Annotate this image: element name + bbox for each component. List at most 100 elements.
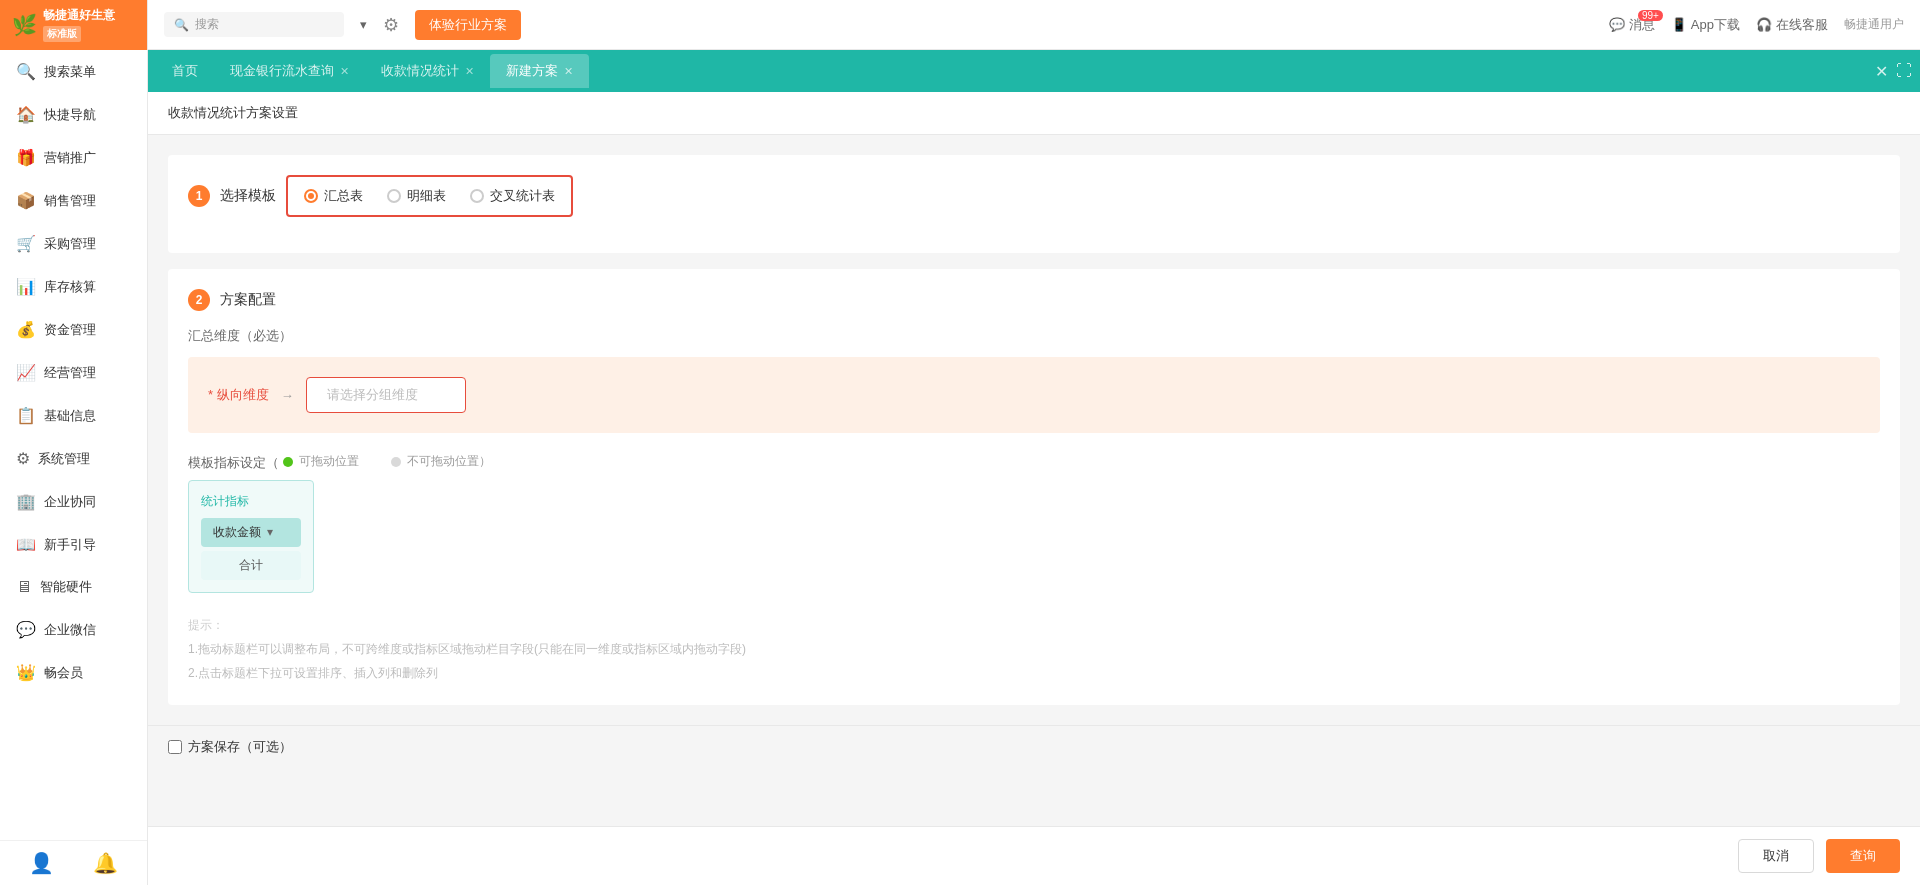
metrics-label-row: 模板指标设定（ 可拖动位置 不可拖动位置） bbox=[188, 453, 1880, 472]
quick-nav-icon: 🏠 bbox=[16, 105, 36, 124]
dimension-placeholder[interactable]: 请选择分组维度 bbox=[306, 377, 466, 413]
sidebar-item-sales[interactable]: 📦 销售管理 bbox=[0, 179, 147, 222]
tip-item-2: 2.点击标题栏下拉可设置排序、插入列和删除列 bbox=[188, 661, 1880, 685]
template-summary-label: 汇总表 bbox=[324, 187, 363, 205]
sidebar-item-quick-nav[interactable]: 🏠 快捷导航 bbox=[0, 93, 147, 136]
tab-home[interactable]: 首页 bbox=[156, 54, 214, 88]
footer-actions: 取消 查询 bbox=[148, 826, 1920, 885]
main-area: 🔍 搜索 ▾ ⚙ 体验行业方案 💬 消息 99+ 📱 App下载 🎧 在线客服 … bbox=[148, 0, 1920, 885]
sidebar-item-search-menu[interactable]: 🔍 搜索菜单 bbox=[0, 50, 147, 93]
metrics-block: 模板指标设定（ 可拖动位置 不可拖动位置） 统计指标 bbox=[188, 453, 1880, 593]
sidebar-label: 经营管理 bbox=[44, 364, 96, 382]
sidebar-bottom-icon-left[interactable]: 👤 bbox=[29, 851, 54, 875]
metric-item-collection[interactable]: 收款金额 ▾ bbox=[201, 518, 301, 547]
dimension-area: * 纵向维度 → 请选择分组维度 bbox=[188, 357, 1880, 433]
support-label: 在线客服 bbox=[1776, 16, 1828, 34]
dimension-arrow: → bbox=[281, 388, 294, 403]
sidebar-item-purchase[interactable]: 🛒 采购管理 bbox=[0, 222, 147, 265]
template-cross[interactable]: 交叉统计表 bbox=[470, 187, 555, 205]
expand-icon[interactable]: ⛶ bbox=[1896, 62, 1912, 81]
tabbar: 首页 现金银行流水查询 ✕ 收款情况统计 ✕ 新建方案 ✕ ✕ ⛶ bbox=[148, 50, 1920, 92]
wechat-icon: 💬 bbox=[16, 620, 36, 639]
metrics-section-label: 模板指标设定（ 可拖动位置 不可拖动位置） bbox=[188, 453, 491, 472]
radio-cross[interactable] bbox=[470, 189, 484, 203]
step2-header: 2 方案配置 bbox=[188, 289, 1880, 311]
close-all-icon[interactable]: ✕ bbox=[1875, 62, 1888, 81]
tab-collection-stats[interactable]: 收款情况统计 ✕ bbox=[365, 54, 490, 88]
download-item[interactable]: 📱 App下载 bbox=[1671, 16, 1740, 34]
logo-text: 畅捷通好生意 bbox=[43, 8, 115, 24]
step1-number: 1 bbox=[188, 185, 210, 207]
query-button[interactable]: 查询 bbox=[1826, 839, 1900, 873]
search-placeholder: 搜索 bbox=[195, 16, 219, 33]
member-icon: 👑 bbox=[16, 663, 36, 682]
metrics-container: 统计指标 收款金额 ▾ 合计 bbox=[188, 480, 314, 593]
radio-summary[interactable] bbox=[304, 189, 318, 203]
version-badge: 标准版 bbox=[43, 26, 81, 42]
metric-label: 收款金额 bbox=[213, 524, 261, 541]
chevron-down-icon: ▾ bbox=[360, 17, 367, 32]
download-label: App下载 bbox=[1691, 16, 1740, 34]
tab-new-plan-close[interactable]: ✕ bbox=[564, 65, 573, 78]
template-detail-label: 明细表 bbox=[407, 187, 446, 205]
dropdown-arrow-icon[interactable]: ▾ bbox=[267, 525, 273, 539]
template-options: 汇总表 明细表 交叉统计表 bbox=[286, 175, 573, 217]
sidebar-label: 搜索菜单 bbox=[44, 63, 96, 81]
tabbar-actions: ✕ ⛶ bbox=[1875, 62, 1912, 81]
tab-collection-stats-close[interactable]: ✕ bbox=[465, 65, 474, 78]
tab-bank-flow-label: 现金银行流水查询 bbox=[230, 62, 334, 80]
basic-icon: 📋 bbox=[16, 406, 36, 425]
sidebar-label: 销售管理 bbox=[44, 192, 96, 210]
user-info: 畅捷通用户 bbox=[1844, 16, 1904, 33]
topbar-dropdown[interactable]: ▾ bbox=[360, 17, 367, 32]
sidebar-bottom-icon-right[interactable]: 🔔 bbox=[93, 851, 118, 875]
search-menu-icon: 🔍 bbox=[16, 62, 36, 81]
sidebar-label: 智能硬件 bbox=[40, 578, 92, 596]
sidebar-item-wechat[interactable]: 💬 企业微信 bbox=[0, 608, 147, 651]
sidebar-item-basic[interactable]: 📋 基础信息 bbox=[0, 394, 147, 437]
notification-item[interactable]: 💬 消息 99+ bbox=[1609, 16, 1655, 34]
page-header: 收款情况统计方案设置 bbox=[148, 92, 1920, 135]
download-icon: 📱 bbox=[1671, 17, 1687, 32]
notification-icon: 💬 bbox=[1609, 17, 1625, 32]
sidebar-label: 畅会员 bbox=[44, 664, 83, 682]
template-detail[interactable]: 明细表 bbox=[387, 187, 446, 205]
fixed-label: 不可拖动位置） bbox=[407, 453, 491, 470]
save-checkbox[interactable] bbox=[168, 740, 182, 754]
tab-bank-flow-close[interactable]: ✕ bbox=[340, 65, 349, 78]
finance-icon: 💰 bbox=[16, 320, 36, 339]
sidebar-item-member[interactable]: 👑 畅会员 bbox=[0, 651, 147, 694]
template-cross-label: 交叉统计表 bbox=[490, 187, 555, 205]
tab-new-plan[interactable]: 新建方案 ✕ bbox=[490, 54, 589, 88]
radio-detail[interactable] bbox=[387, 189, 401, 203]
settings-icon[interactable]: ⚙ bbox=[383, 14, 399, 36]
save-option-label[interactable]: 方案保存（可选） bbox=[168, 738, 292, 756]
tab-new-plan-label: 新建方案 bbox=[506, 62, 558, 80]
sidebar-label: 系统管理 bbox=[38, 450, 90, 468]
sidebar-item-enterprise[interactable]: 🏢 企业协同 bbox=[0, 480, 147, 523]
industry-btn[interactable]: 体验行业方案 bbox=[415, 10, 521, 40]
sidebar-item-operations[interactable]: 📈 经营管理 bbox=[0, 351, 147, 394]
tips-title: 提示： bbox=[188, 618, 224, 632]
search-box[interactable]: 🔍 搜索 bbox=[164, 12, 344, 37]
sidebar-label: 新手引导 bbox=[44, 536, 96, 554]
sidebar-item-finance[interactable]: 💰 资金管理 bbox=[0, 308, 147, 351]
sidebar-item-system[interactable]: ⚙ 系统管理 bbox=[0, 437, 147, 480]
vertical-dimension-label: * 纵向维度 bbox=[208, 386, 269, 404]
cancel-button[interactable]: 取消 bbox=[1738, 839, 1814, 873]
marketing-icon: 🎁 bbox=[16, 148, 36, 167]
sidebar-item-marketing[interactable]: 🎁 营销推广 bbox=[0, 136, 147, 179]
inventory-icon: 📊 bbox=[16, 277, 36, 296]
dimension-section-label: 汇总维度（必选） bbox=[188, 327, 1880, 345]
sidebar-item-hardware[interactable]: 🖥 智能硬件 bbox=[0, 566, 147, 608]
template-summary[interactable]: 汇总表 bbox=[304, 187, 363, 205]
support-item[interactable]: 🎧 在线客服 bbox=[1756, 16, 1828, 34]
sidebar-item-guide[interactable]: 📖 新手引导 bbox=[0, 523, 147, 566]
step2-section: 2 方案配置 汇总维度（必选） * 纵向维度 → 请选择分组维度 bbox=[168, 269, 1900, 705]
sidebar-label: 采购管理 bbox=[44, 235, 96, 253]
tab-home-label: 首页 bbox=[172, 62, 198, 80]
step1-header: 1 选择模板 汇总表 明细表 交叉统计表 bbox=[188, 175, 1880, 217]
tab-bank-flow[interactable]: 现金银行流水查询 ✕ bbox=[214, 54, 365, 88]
sidebar-item-inventory[interactable]: 📊 库存核算 bbox=[0, 265, 147, 308]
topbar-right: 💬 消息 99+ 📱 App下载 🎧 在线客服 畅捷通用户 bbox=[1609, 16, 1904, 34]
